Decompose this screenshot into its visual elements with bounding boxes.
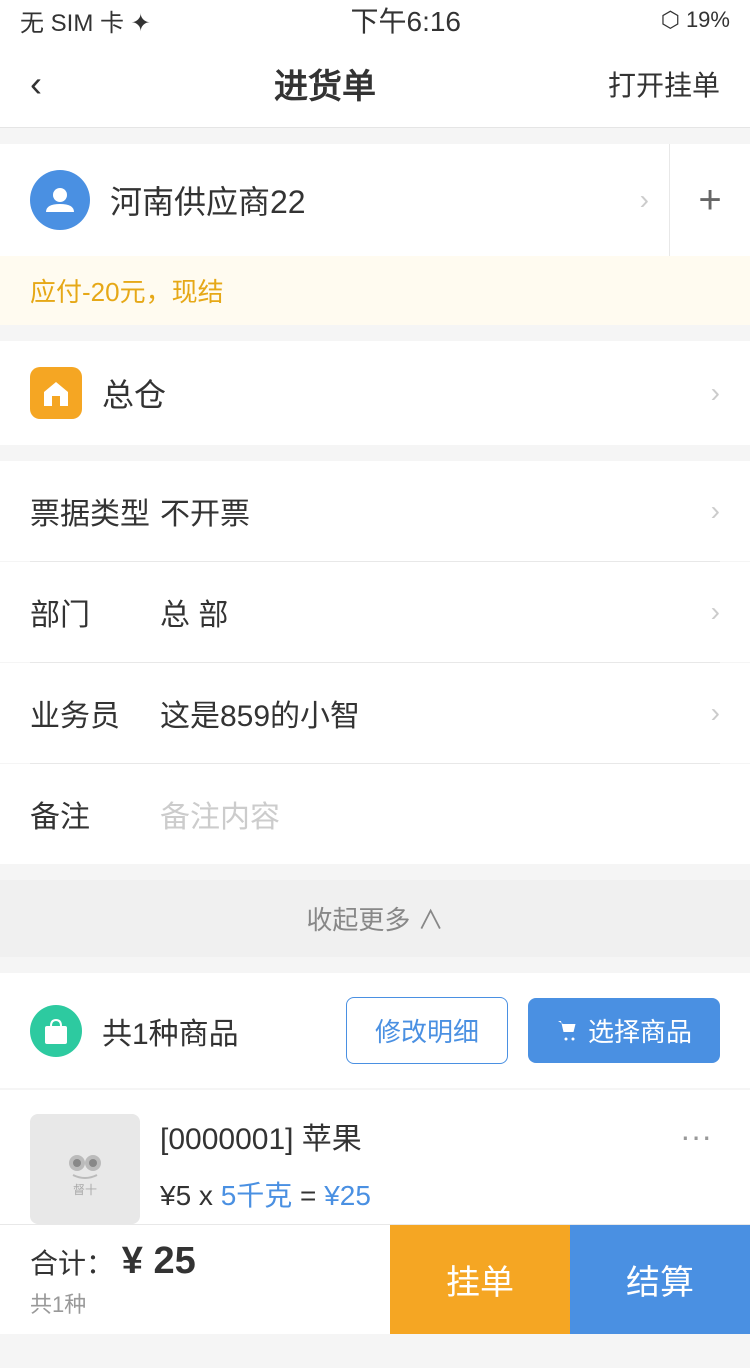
staff-value: 这是859的小智: [160, 691, 701, 735]
warehouse-name: 总仓: [102, 370, 701, 416]
checkout-button[interactable]: 结算: [570, 1225, 750, 1334]
select-product-button[interactable]: 选择商品: [528, 998, 720, 1063]
cart-icon: [556, 1019, 580, 1043]
product-thumbnail: 督十: [30, 1114, 140, 1224]
total-amount: ¥ 25: [122, 1240, 196, 1282]
bottom-bar: 合计： ¥ 25 共1种 挂单 结算: [0, 1224, 750, 1334]
invoice-value: 不开票: [160, 489, 701, 533]
supplier-name: 河南供应商22: [110, 177, 630, 223]
chevron-right-icon-5: ›: [711, 697, 720, 729]
gap-1: [0, 128, 750, 144]
gap-2: [0, 325, 750, 341]
add-supplier-button[interactable]: +: [670, 144, 750, 256]
notice-bar: 应付-20元，现结: [0, 256, 750, 325]
gap-5: [0, 957, 750, 973]
chevron-right-icon-2: ›: [711, 377, 720, 409]
chevron-right-icon-4: ›: [711, 596, 720, 628]
home-icon: [41, 378, 71, 408]
supplier-section: 河南供应商22 › +: [0, 144, 750, 256]
staff-label: 业务员: [30, 691, 150, 735]
nav-bar: ‹ 进货单 打开挂单: [0, 40, 750, 128]
product-name: [0000001] 苹果: [160, 1114, 652, 1158]
remark-row[interactable]: 备注 备注内容: [0, 764, 750, 864]
edit-detail-button[interactable]: 修改明细: [346, 997, 508, 1064]
price-unit: ¥5 x: [160, 1180, 221, 1211]
product-info: [0000001] 苹果 ¥5 x 5千克 = ¥25: [160, 1114, 652, 1214]
status-bar: 无 SIM 卡 ✦ 下午6:16 ⬡ 19%: [0, 0, 750, 40]
back-button[interactable]: ‹: [30, 63, 42, 105]
dept-row[interactable]: 部门 总 部 ›: [0, 562, 750, 662]
remark-label: 备注: [30, 792, 150, 836]
dept-value: 总 部: [160, 590, 701, 634]
total-section: 合计： ¥ 25 共1种: [0, 1225, 390, 1334]
supplier-row[interactable]: 河南供应商22 ›: [0, 144, 670, 256]
product-placeholder-icon: 督十: [55, 1139, 115, 1199]
price-total: ¥25: [324, 1180, 371, 1211]
product-price: ¥5 x 5千克 = ¥25: [160, 1174, 652, 1214]
more-options-button[interactable]: ···: [672, 1114, 720, 1159]
battery-icon: ⬡: [661, 7, 680, 33]
warehouse-icon: [30, 367, 82, 419]
product-icon: [30, 1005, 82, 1057]
product-header: 共1种商品 修改明细 选择商品: [0, 973, 750, 1088]
battery-level: 19%: [686, 7, 730, 33]
total-count: 共1种: [30, 1287, 360, 1319]
invoice-label: 票据类型: [30, 489, 150, 533]
user-icon: [42, 182, 78, 218]
dept-label: 部门: [30, 590, 150, 634]
status-time: 下午6:16: [351, 0, 462, 40]
select-product-label: 选择商品: [588, 1012, 692, 1049]
price-qty: 5千克: [221, 1180, 293, 1211]
chevron-right-icon: ›: [640, 184, 649, 216]
price-equals: =: [292, 1180, 324, 1211]
page-title: 进货单: [274, 59, 376, 108]
invoice-row[interactable]: 票据类型 不开票 ›: [0, 461, 750, 561]
product-count: 共1种商品: [102, 1009, 326, 1053]
status-right: ⬡ 19%: [661, 7, 730, 33]
status-left: 无 SIM 卡 ✦: [20, 3, 151, 38]
gap-3: [0, 445, 750, 461]
remark-value: 备注内容: [160, 792, 720, 836]
staff-row[interactable]: 业务员 这是859的小智 ›: [0, 663, 750, 763]
total-label: 合计：: [30, 1248, 114, 1279]
supplier-avatar: [30, 170, 90, 230]
open-hang-button[interactable]: 打开挂单: [608, 64, 720, 104]
hang-button[interactable]: 挂单: [390, 1225, 570, 1334]
total-row: 合计： ¥ 25: [30, 1240, 360, 1283]
bag-icon: [41, 1016, 71, 1046]
gap-4: [0, 864, 750, 880]
sim-status: 无 SIM 卡 ✦: [20, 3, 151, 38]
chevron-right-icon-3: ›: [711, 495, 720, 527]
collapse-button[interactable]: 收起更多 ∧: [0, 880, 750, 957]
svg-text:督十: 督十: [73, 1182, 97, 1197]
warehouse-row[interactable]: 总仓 ›: [0, 341, 750, 445]
